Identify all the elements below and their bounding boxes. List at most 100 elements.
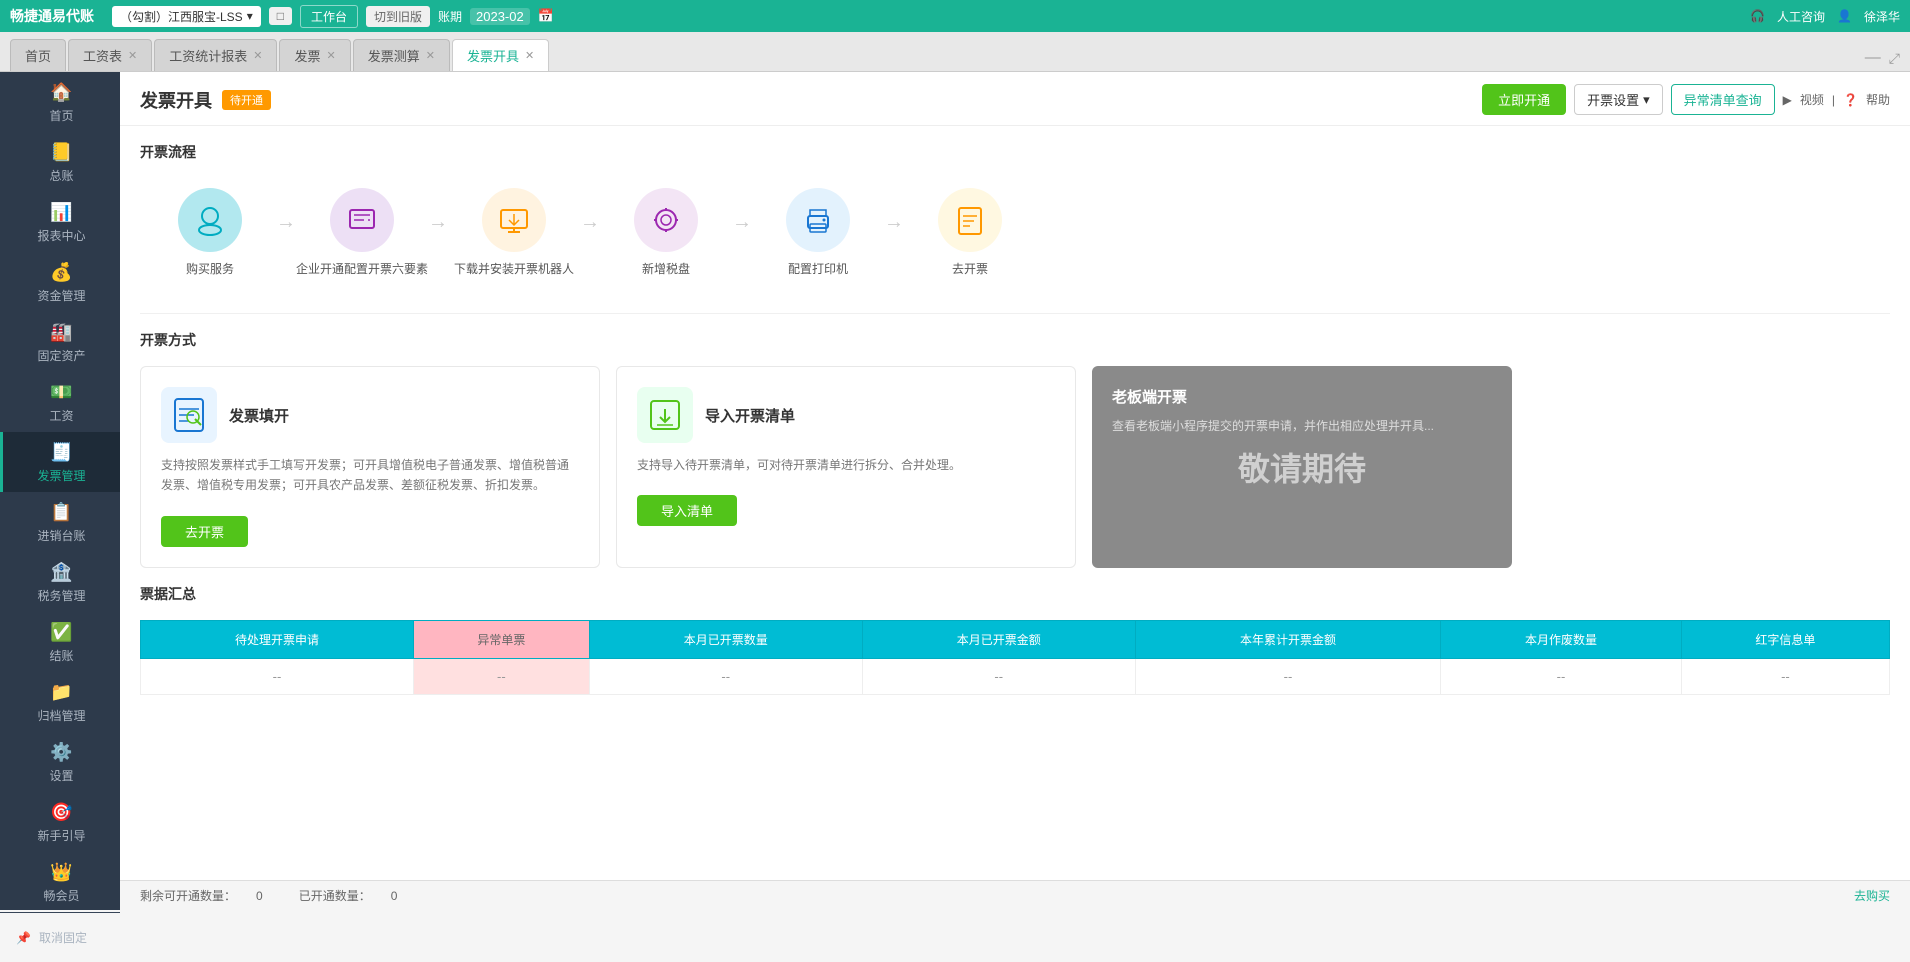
question-icon: ❓	[1843, 93, 1858, 107]
tab-salary[interactable]: 工资表 ✕	[68, 39, 152, 71]
footer-bar: 剩余可开通数量： 0 已开通数量： 0 去购买	[120, 880, 1910, 910]
opened-value: 0	[391, 889, 398, 903]
service-label[interactable]: 人工咨询	[1777, 8, 1825, 25]
cell-abnormal: --	[414, 658, 590, 694]
company-label: （勾割）江西服宝-LSS	[120, 8, 243, 25]
tab-invoice-close[interactable]: ✕	[327, 49, 336, 62]
summary-title: 票据汇总	[140, 584, 1890, 604]
abnormal-query-button[interactable]: 异常清单查询	[1671, 84, 1775, 115]
import-method-btn[interactable]: 导入清单	[637, 495, 737, 526]
sidebar: 🏠 首页 📒 总账 📊 报表中心 💰 资金管理 🏭 固定资产 💵 工资 🧾 发票…	[0, 72, 120, 910]
flow-step-tax-label: 新增税盘	[642, 260, 690, 277]
company-selector[interactable]: （勾割）江西服宝-LSS ▾	[112, 6, 261, 27]
reports-icon: 📊	[50, 202, 72, 223]
methods-section: 开票方式	[120, 314, 1910, 584]
sidebar-item-member[interactable]: 👑 畅会员	[0, 852, 120, 912]
printer-svg	[800, 202, 836, 238]
fill-method-btn[interactable]: 去开票	[161, 516, 248, 547]
sidebar-label-funds: 资金管理	[37, 287, 85, 304]
printer-icon-wrap	[786, 188, 850, 252]
page-header: 发票开具 待开通 立即开通 开票设置 ▾ 异常清单查询 ▶ 视频 | ❓ 帮助	[120, 72, 1910, 126]
old-method-title: 老板端开票	[1112, 386, 1492, 407]
sidebar-item-home[interactable]: 🏠 首页	[0, 72, 120, 132]
buy-service-icon-wrap	[178, 188, 242, 252]
flow-step-buy: 购买服务	[140, 188, 280, 277]
page-header-actions: 立即开通 开票设置 ▾ 异常清单查询 ▶ 视频 | ❓ 帮助	[1482, 84, 1890, 115]
methods-title: 开票方式	[140, 330, 1890, 350]
buy-link[interactable]: 去购买	[1854, 887, 1890, 904]
tab-home[interactable]: 首页	[10, 39, 66, 71]
old-version-button[interactable]: 切到旧版	[366, 6, 430, 27]
tab-invoice-issue-close[interactable]: ✕	[525, 49, 534, 62]
sidebar-label-member: 畅会员	[43, 887, 79, 904]
tab-maximize-icon[interactable]: ⤢	[1889, 50, 1900, 67]
flow-step-open-label: 去开票	[952, 260, 988, 277]
headset-icon: 🎧	[1750, 9, 1765, 23]
archive-icon: 📁	[50, 682, 72, 703]
import-method-desc: 支持导入待开票清单，可对待开票清单进行拆分、合并处理。	[637, 455, 1055, 475]
sidebar-item-newbie[interactable]: 🎯 新手引导	[0, 792, 120, 852]
help-label[interactable]: 帮助	[1866, 91, 1890, 108]
open-now-button[interactable]: 立即开通	[1482, 84, 1566, 115]
old-method-desc: 查看老板端小程序提交的开票申请，并作出相应处理并开具...	[1112, 417, 1492, 436]
method-card-fill: 发票填开 支持按照发票样式手工填写开发票；可开具增值税电子普通发票、增值税普通发…	[140, 366, 600, 568]
tab-salary-report[interactable]: 工资统计报表 ✕	[154, 39, 277, 71]
config-icon-wrap	[330, 188, 394, 252]
settings-icon: ⚙️	[50, 742, 72, 763]
sidebar-item-archive[interactable]: 📁 归档管理	[0, 672, 120, 732]
flow-steps: 购买服务 → 企业开通配置开票六要素 →	[140, 178, 1890, 297]
flow-step-buy-label: 购买服务	[186, 260, 234, 277]
flow-title: 开票流程	[140, 142, 1890, 162]
sidebar-label-purchase: 进销台账	[37, 527, 85, 544]
top-bar: 畅捷通易代账 （勾割）江西服宝-LSS ▾ □ 工作台 切到旧版 账期 2023…	[0, 0, 1910, 32]
tab-salary-report-close[interactable]: ✕	[253, 49, 262, 62]
app-logo: 畅捷通易代账	[10, 6, 94, 26]
col-pending: 待处理开票申请	[141, 620, 414, 658]
tab-invoice[interactable]: 发票 ✕	[279, 39, 350, 71]
tab-invoice-issue[interactable]: 发票开具 ✕	[452, 39, 549, 71]
view-label[interactable]: 视频	[1800, 91, 1824, 108]
sidebar-label-archive: 归档管理	[37, 707, 85, 724]
tab-minimize-icon[interactable]: —	[1865, 49, 1881, 67]
summary-section: 票据汇总 待处理开票申请 异常单票 本月已开票数量 本月已开票金额 本年累计开票…	[120, 584, 1910, 711]
workspace-button[interactable]: 工作台	[300, 5, 358, 28]
copy-button[interactable]: □	[269, 7, 292, 25]
pin-label: 取消固定	[39, 929, 87, 946]
sidebar-pin-button[interactable]: 📌 取消固定	[0, 921, 120, 954]
sidebar-label-reports: 报表中心	[37, 227, 85, 244]
tab-invoice-calc-close[interactable]: ✕	[426, 49, 435, 62]
method-card-old: 老板端开票 查看老板端小程序提交的开票申请，并作出相应处理并开具... 敬请期待	[1092, 366, 1512, 568]
summary-data-row: -- -- -- -- -- -- --	[141, 658, 1890, 694]
top-bar-right: 🎧 人工咨询 👤 徐泽华	[1750, 8, 1900, 25]
open-settings-button[interactable]: 开票设置 ▾	[1574, 84, 1663, 115]
cell-today-count: --	[589, 658, 862, 694]
cell-red-info: --	[1681, 658, 1889, 694]
sidebar-item-reports[interactable]: 📊 报表中心	[0, 192, 120, 252]
method-fill-header: 发票填开	[161, 387, 579, 443]
sidebar-item-ledger[interactable]: 📒 总账	[0, 132, 120, 192]
user-label[interactable]: 徐泽华	[1864, 8, 1900, 25]
sidebar-item-purchase[interactable]: 📋 进销台账	[0, 492, 120, 552]
sidebar-item-funds[interactable]: 💰 资金管理	[0, 252, 120, 312]
remaining-value: 0	[256, 889, 263, 903]
sidebar-item-tax[interactable]: 🏦 税务管理	[0, 552, 120, 612]
sidebar-item-settle[interactable]: ✅ 结账	[0, 612, 120, 672]
tax-icon: 🏦	[50, 562, 72, 583]
tab-salary-close[interactable]: ✕	[128, 49, 137, 62]
sidebar-label-settle: 结账	[49, 647, 73, 664]
sidebar-item-invoice[interactable]: 🧾 发票管理	[0, 432, 120, 492]
open-ticket-svg	[952, 202, 988, 238]
method-card-import: 导入开票清单 支持导入待开票清单，可对待开票清单进行拆分、合并处理。 导入清单	[616, 366, 1076, 568]
flow-step-download: 下载并安装开票机器人	[444, 188, 584, 277]
col-month-void: 本月作废数量	[1441, 620, 1682, 658]
coming-soon-label: 敬请期待	[1238, 444, 1366, 490]
download-icon-wrap	[482, 188, 546, 252]
col-today-amount: 本月已开票金额	[862, 620, 1135, 658]
chevron-settings-icon: ▾	[1643, 92, 1650, 108]
tab-invoice-calc[interactable]: 发票测算 ✕	[353, 39, 450, 71]
invoice-icon: 🧾	[50, 442, 72, 463]
sidebar-item-assets[interactable]: 🏭 固定资产	[0, 312, 120, 372]
sidebar-item-salary[interactable]: 💵 工资	[0, 372, 120, 432]
sidebar-item-settings[interactable]: ⚙️ 设置	[0, 732, 120, 792]
tab-bar: 首页 工资表 ✕ 工资统计报表 ✕ 发票 ✕ 发票测算 ✕ 发票开具 ✕ — ⤢	[0, 32, 1910, 72]
